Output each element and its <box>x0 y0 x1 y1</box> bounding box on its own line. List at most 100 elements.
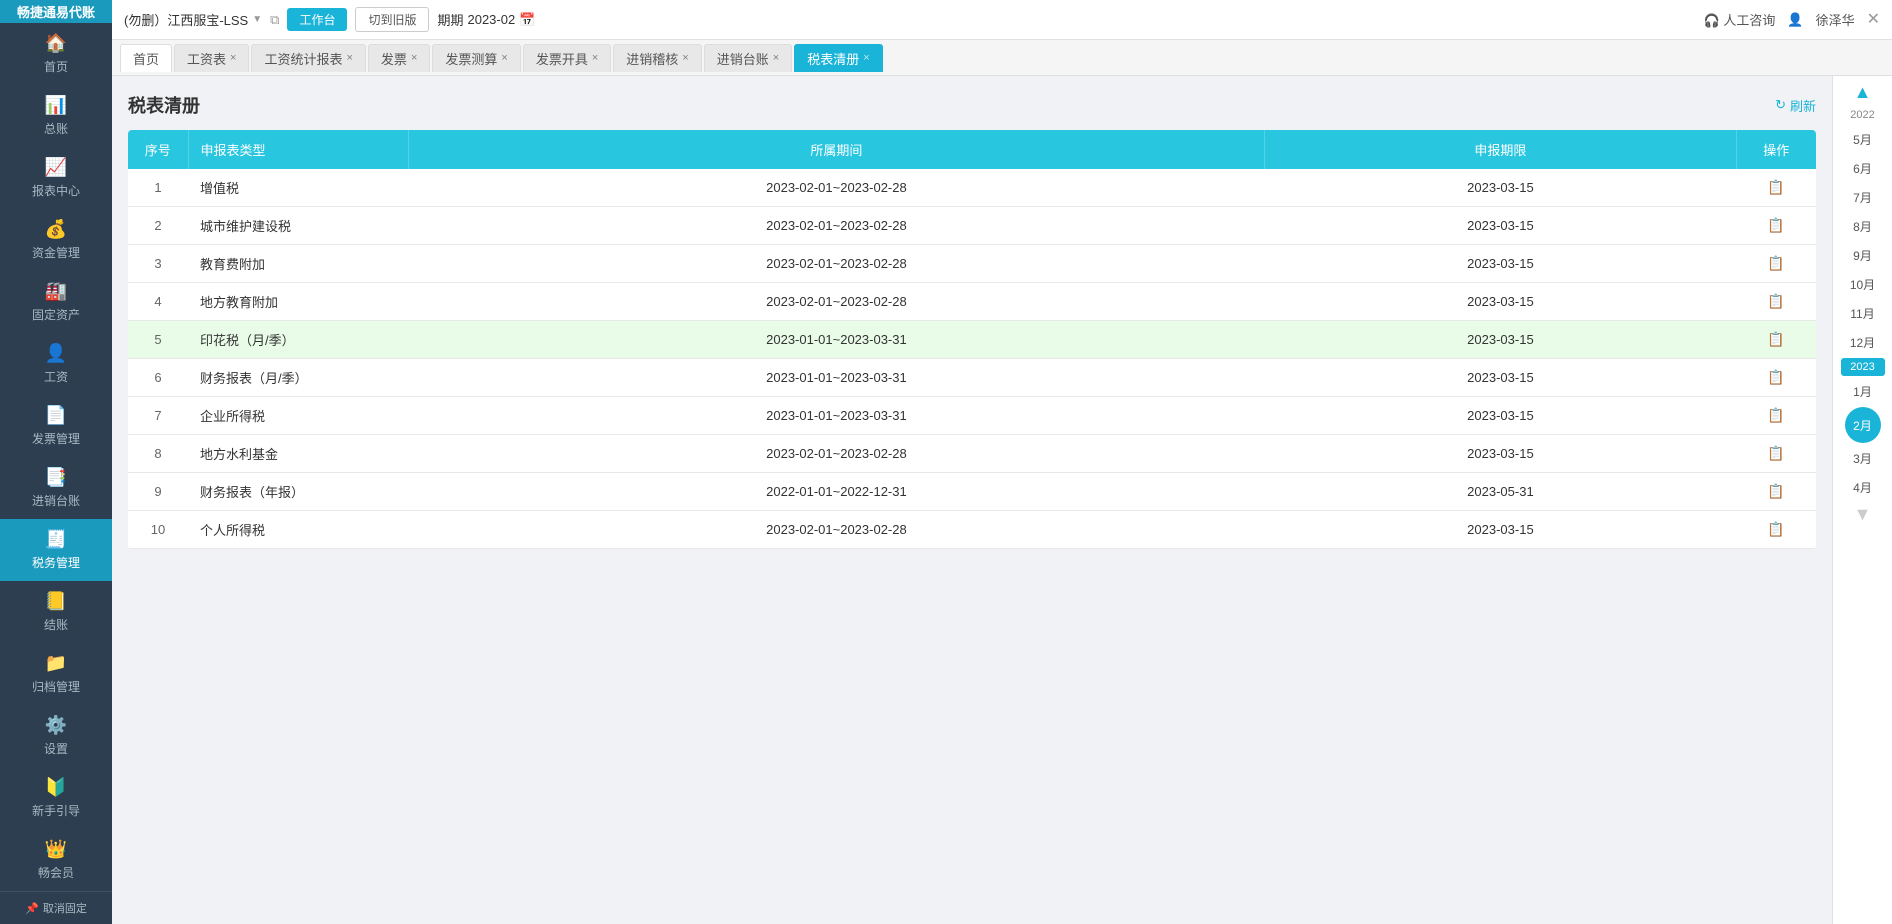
cell-deadline: 2023-03-15 <box>1265 359 1736 397</box>
cell-type: 地方教育附加 <box>188 283 408 321</box>
cell-type: 城市维护建设税 <box>188 207 408 245</box>
cell-period: 2023-02-01~2023-02-28 <box>408 169 1265 207</box>
period-info: 期期 2023-02 📅 <box>437 10 535 29</box>
cell-index: 10 <box>128 511 188 549</box>
sidebar-item-home[interactable]: 🏠 首页 <box>0 23 112 85</box>
cell-deadline: 2023-03-15 <box>1265 397 1736 435</box>
workbench-button[interactable]: 工作台 <box>287 8 347 31</box>
calendar-icon[interactable]: 📅 <box>519 12 535 28</box>
calendar-month-1[interactable]: 1月 <box>1841 378 1885 405</box>
tab-purchase-ledger-label: 进销台账 <box>717 49 769 68</box>
action-document-icon[interactable]: 📋 <box>1767 293 1784 309</box>
tab-close-icon[interactable]: × <box>411 52 417 64</box>
tab-invoice[interactable]: 发票 × <box>368 44 430 72</box>
calendar-year-2022: 2022 <box>1850 105 1874 125</box>
period-value: 2023-02 <box>467 12 515 27</box>
action-document-icon[interactable]: 📋 <box>1767 521 1784 537</box>
sidebar-item-archive[interactable]: 📁 归档管理 <box>0 643 112 705</box>
sidebar-item-report[interactable]: 📈 报表中心 <box>0 147 112 209</box>
sidebar-item-close[interactable]: 📒 结账 <box>0 581 112 643</box>
sidebar-item-ledger[interactable]: 📊 总账 <box>0 85 112 147</box>
guide-icon: 🔰 <box>45 777 67 798</box>
cell-type: 财务报表（月/季） <box>188 359 408 397</box>
table-row: 5印花税（月/季）2023-01-01~2023-03-312023-03-15… <box>128 321 1816 359</box>
cell-period: 2023-02-01~2023-02-28 <box>408 283 1265 321</box>
refresh-button[interactable]: ↻ 刷新 <box>1775 96 1816 115</box>
col-period: 所属期间 <box>408 130 1265 169</box>
calendar-month-6[interactable]: 6月 <box>1841 155 1885 182</box>
calendar-month-11[interactable]: 11月 <box>1841 300 1885 327</box>
close-window-button[interactable]: ✕ <box>1867 12 1880 28</box>
tab-invoice-issue[interactable]: 发票开具 × <box>523 44 611 72</box>
period-label: 期期 <box>437 10 463 29</box>
tab-invoice-issue-label: 发票开具 <box>536 49 588 68</box>
calendar-month-7[interactable]: 7月 <box>1841 184 1885 211</box>
sidebar-item-label: 报表中心 <box>32 182 80 199</box>
refresh-label: 刷新 <box>1790 96 1816 115</box>
sidebar-item-tax[interactable]: 🧾 税务管理 <box>0 519 112 581</box>
cell-index: 3 <box>128 245 188 283</box>
cancel-pin-button[interactable]: 📌 取消固定 <box>0 891 112 924</box>
action-document-icon[interactable]: 📋 <box>1767 407 1784 423</box>
cancel-pin-label: 取消固定 <box>43 900 87 916</box>
action-document-icon[interactable]: 📋 <box>1767 255 1784 271</box>
header-right: 🎧 人工咨询 👤 徐泽华 ✕ <box>1704 10 1880 29</box>
sidebar-item-guide[interactable]: 🔰 新手引导 <box>0 767 112 829</box>
tab-tax-list[interactable]: 税表清册 × <box>794 44 882 72</box>
sidebar-item-invoice[interactable]: 📄 发票管理 <box>0 395 112 457</box>
tab-payroll[interactable]: 工资表 × <box>174 44 249 72</box>
tab-close-icon[interactable]: × <box>863 52 869 64</box>
tab-close-icon[interactable]: × <box>682 52 688 64</box>
cell-period: 2022-01-01~2022-12-31 <box>408 473 1265 511</box>
table-row: 4地方教育附加2023-02-01~2023-02-282023-03-15📋 <box>128 283 1816 321</box>
sidebar-item-vip[interactable]: 👑 畅会员 <box>0 829 112 891</box>
action-document-icon[interactable]: 📋 <box>1767 483 1784 499</box>
sidebar-item-label: 固定资产 <box>32 306 80 323</box>
calendar-month-12[interactable]: 12月 <box>1841 329 1885 356</box>
tab-purchase-audit[interactable]: 进销稽核 × <box>613 44 701 72</box>
calendar-month-2[interactable]: 2月 <box>1845 407 1881 443</box>
action-document-icon[interactable]: 📋 <box>1767 445 1784 461</box>
action-document-icon[interactable]: 📋 <box>1767 179 1784 195</box>
cell-period: 2023-02-01~2023-02-28 <box>408 511 1265 549</box>
calendar-month-5[interactable]: 5月 <box>1841 126 1885 153</box>
tab-close-icon[interactable]: × <box>592 52 598 64</box>
tab-close-icon[interactable]: × <box>346 52 352 64</box>
tab-close-icon[interactable]: × <box>501 52 507 64</box>
cell-action: 📋 <box>1736 283 1816 321</box>
calendar-up-button[interactable]: ▲ <box>1854 80 1872 105</box>
table-row: 7企业所得税2023-01-01~2023-03-312023-03-15📋 <box>128 397 1816 435</box>
assets-icon: 🏭 <box>45 281 67 302</box>
tab-invoice-calc[interactable]: 发票测算 × <box>432 44 520 72</box>
cell-index: 4 <box>128 283 188 321</box>
sidebar-item-funds[interactable]: 💰 资金管理 <box>0 209 112 271</box>
cell-type: 企业所得税 <box>188 397 408 435</box>
sidebar-item-assets[interactable]: 🏭 固定资产 <box>0 271 112 333</box>
cell-index: 6 <box>128 359 188 397</box>
user-avatar[interactable]: 👤 <box>1787 12 1803 28</box>
calendar-month-4[interactable]: 4月 <box>1841 474 1885 501</box>
sidebar-item-purchase-sales[interactable]: 📑 进销台账 <box>0 457 112 519</box>
action-document-icon[interactable]: 📋 <box>1767 369 1784 385</box>
sidebar-item-settings[interactable]: ⚙️ 设置 <box>0 705 112 767</box>
tab-home[interactable]: 首页 <box>120 44 172 72</box>
action-document-icon[interactable]: 📋 <box>1767 217 1784 233</box>
copy-icon[interactable]: ⧉ <box>270 12 279 28</box>
tab-payroll-stat[interactable]: 工资统计报表 × <box>251 44 365 72</box>
company-selector[interactable]: (勿删）江西服宝-LSS ▼ <box>124 10 262 29</box>
calendar-month-10[interactable]: 10月 <box>1841 271 1885 298</box>
calendar-month-9[interactable]: 9月 <box>1841 242 1885 269</box>
sidebar-item-payroll[interactable]: 👤 工资 <box>0 333 112 395</box>
tab-close-icon[interactable]: × <box>773 52 779 64</box>
tab-purchase-ledger[interactable]: 进销台账 × <box>704 44 792 72</box>
consult-button[interactable]: 🎧 人工咨询 <box>1704 10 1776 29</box>
action-document-icon[interactable]: 📋 <box>1767 331 1784 347</box>
switch-old-button[interactable]: 切到旧版 <box>355 7 429 32</box>
app-logo: 畅捷通易代账 <box>0 0 112 23</box>
cell-period: 2023-02-01~2023-02-28 <box>408 207 1265 245</box>
calendar-month-8[interactable]: 8月 <box>1841 213 1885 240</box>
tab-close-icon[interactable]: × <box>230 52 236 64</box>
cell-action: 📋 <box>1736 207 1816 245</box>
calendar-month-3[interactable]: 3月 <box>1841 445 1885 472</box>
calendar-down-button[interactable]: ▼ <box>1854 502 1872 527</box>
